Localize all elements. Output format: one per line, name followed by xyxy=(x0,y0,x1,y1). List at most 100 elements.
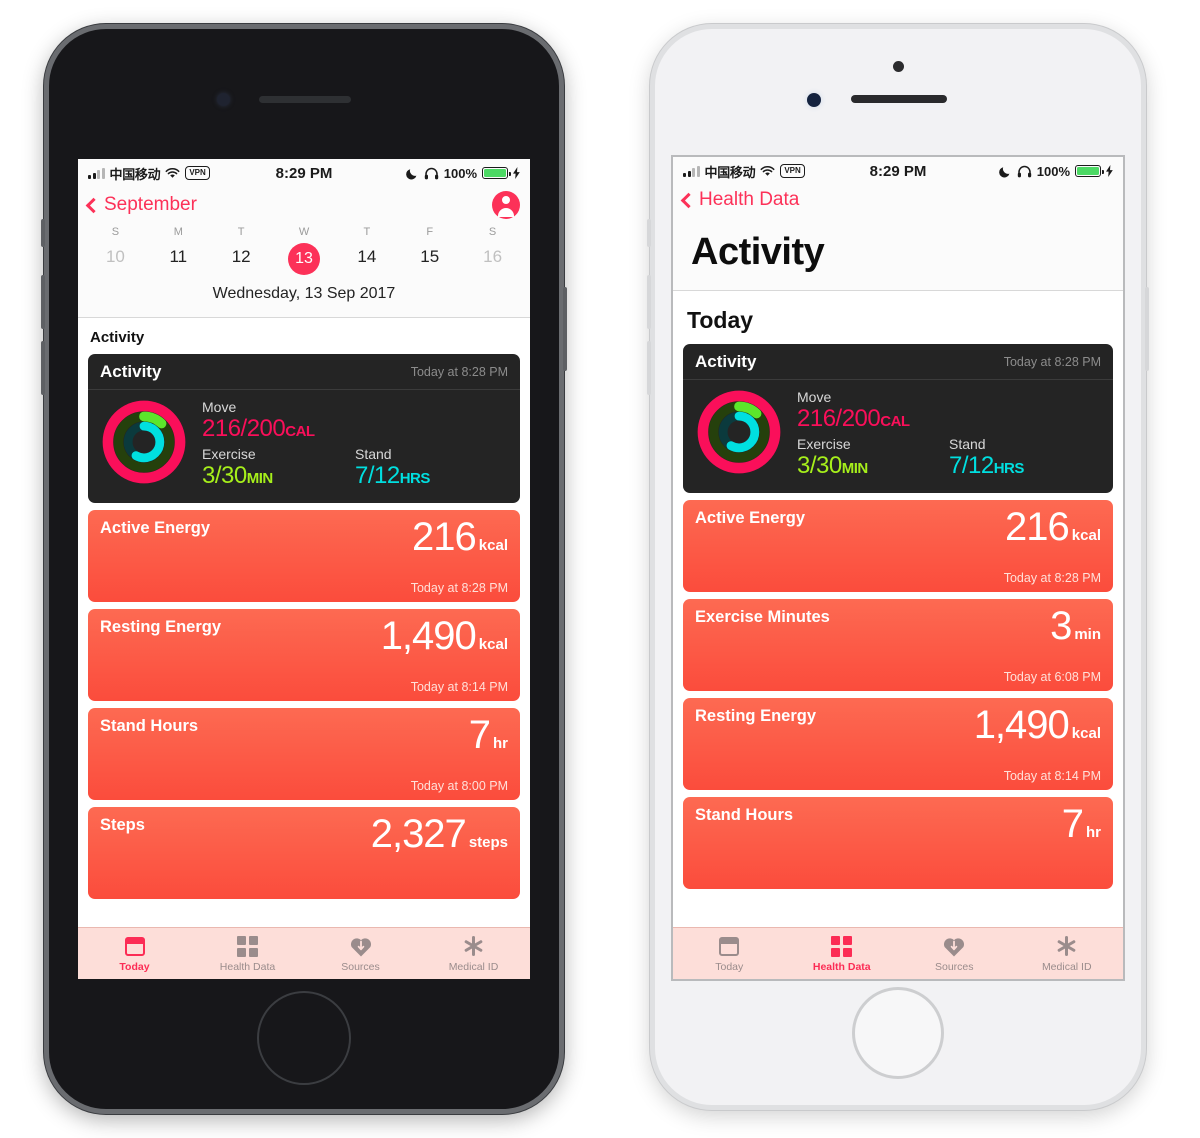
right-screen: 中国移动 VPN 8:29 PM 100% Health Data Activi… xyxy=(671,155,1125,981)
clock-label: 8:29 PM xyxy=(275,164,333,182)
activity-rings-icon xyxy=(100,398,188,491)
navigation-bar: Health Data xyxy=(673,185,1123,217)
stand-unit: HRS xyxy=(399,469,431,487)
exercise-unit: MIN xyxy=(841,459,869,477)
asterisk-icon xyxy=(463,935,485,957)
exercise-value: 3/30 xyxy=(202,461,247,489)
date-cell[interactable]: 14 xyxy=(335,241,398,281)
metric-value: 7 xyxy=(468,713,491,757)
metric-unit: steps xyxy=(468,834,508,851)
activity-card-header: Activity Today at 8:28 PM xyxy=(683,344,1113,380)
clock-label: 8:29 PM xyxy=(869,162,927,180)
metric-name: Stand Hours xyxy=(695,806,794,824)
front-camera-icon xyxy=(217,93,230,106)
metric-card-stand-hours[interactable]: Stand Hours 7 hr Today at 8:00 PM xyxy=(88,708,520,800)
tab-medical-id[interactable]: Medical ID xyxy=(417,934,530,973)
exercise-metric: Exercise 3/30MIN xyxy=(797,436,949,480)
activity-card-timestamp: Today at 8:28 PM xyxy=(410,365,508,379)
tab-bar[interactable]: Today Health Data Sources Medical ID xyxy=(78,927,530,979)
left-content-scroll[interactable]: Activity Activity Today at 8:28 PM Move … xyxy=(78,318,530,979)
stand-unit: HRS xyxy=(993,459,1025,477)
weekday-header-row: S M T W T F S xyxy=(84,223,524,241)
power-button[interactable] xyxy=(1145,287,1149,371)
front-camera-icon xyxy=(807,93,821,107)
metric-card-steps[interactable]: Steps 2,327 steps xyxy=(88,807,520,899)
calendar-icon xyxy=(719,936,740,956)
tab-today[interactable]: Today xyxy=(78,934,191,973)
date-row[interactable]: 10 11 12 13 14 15 16 xyxy=(84,241,524,281)
section-label-activity: Activity xyxy=(90,329,145,346)
metric-timestamp: Today at 8:28 PM xyxy=(1003,571,1101,585)
tab-health-data[interactable]: Health Data xyxy=(786,934,899,973)
home-button[interactable] xyxy=(852,987,944,1079)
volume-down-button[interactable] xyxy=(647,341,651,395)
tab-label: Health Data xyxy=(219,961,276,973)
home-button[interactable] xyxy=(257,991,351,1085)
power-button[interactable] xyxy=(563,287,567,371)
activity-card-title: Activity xyxy=(695,352,757,371)
tab-sources[interactable]: Sources xyxy=(304,934,417,973)
weekday-initial: S xyxy=(488,226,497,238)
date-cell[interactable]: 12 xyxy=(210,241,273,281)
stand-value: 7/12 xyxy=(355,461,400,489)
tab-today[interactable]: Today xyxy=(673,934,786,973)
activity-summary-card[interactable]: Activity Today at 8:28 PM Move 216/200CA… xyxy=(683,344,1113,493)
metric-timestamp: Today at 8:00 PM xyxy=(410,779,508,793)
tab-sources[interactable]: Sources xyxy=(898,934,1011,973)
grid-icon xyxy=(831,935,853,957)
selected-date-label: Wednesday, 13 Sep 2017 xyxy=(212,285,396,302)
metric-unit: kcal xyxy=(1071,725,1101,742)
activity-summary-card[interactable]: Activity Today at 8:28 PM Move 216/200CA… xyxy=(88,354,520,503)
left-screen: 中国移动 VPN 8:29 PM 100% September S M T W … xyxy=(78,159,530,979)
page-title: Activity xyxy=(673,217,1123,290)
exercise-value: 3/30 xyxy=(797,451,842,479)
date-cell[interactable]: 16 xyxy=(461,241,524,281)
weekday-initial: F xyxy=(426,226,434,238)
chevron-left-icon xyxy=(680,192,697,208)
heart-icon xyxy=(944,937,965,956)
mute-switch[interactable] xyxy=(647,219,651,247)
move-unit: CAL xyxy=(880,413,910,431)
volume-up-button[interactable] xyxy=(41,275,45,329)
volume-up-button[interactable] xyxy=(647,275,651,329)
tab-bar[interactable]: Today Health Data Sources Medical ID xyxy=(673,927,1123,979)
calendar-icon xyxy=(124,936,145,956)
stand-metric: Stand 7/12HRS xyxy=(949,436,1101,480)
exercise-unit: MIN xyxy=(246,469,274,487)
status-bar: 中国移动 VPN 8:29 PM 100% xyxy=(78,159,530,187)
metric-card-stand-hours[interactable]: Stand Hours 7 hr xyxy=(683,797,1113,889)
calendar-strip[interactable]: S M T W T F S 10 11 12 13 14 15 16 Wedne… xyxy=(78,221,530,317)
mute-switch[interactable] xyxy=(41,219,45,247)
metric-card-resting-energy[interactable]: Resting Energy 1,490 kcal Today at 8:14 P… xyxy=(88,609,520,701)
date-cell[interactable]: 15 xyxy=(398,241,461,281)
exercise-label: Exercise xyxy=(797,435,851,452)
tab-label: Sources xyxy=(341,961,380,973)
back-button-september[interactable]: September xyxy=(85,194,197,216)
date-cell[interactable]: 10 xyxy=(84,241,147,281)
tab-label: Medical ID xyxy=(448,961,499,973)
move-value: 216/200 xyxy=(797,405,881,433)
metric-unit: kcal xyxy=(1071,527,1101,544)
metric-value: 216 xyxy=(412,515,477,559)
profile-avatar-icon[interactable] xyxy=(492,191,520,219)
metric-value: 1,490 xyxy=(973,703,1070,747)
metric-card-resting-energy[interactable]: Resting Energy 1,490 kcal Today at 8:14 P… xyxy=(683,698,1113,790)
metric-card-active-energy[interactable]: Active Energy 216 kcal Today at 8:28 PM xyxy=(88,510,520,602)
navigation-bar: September xyxy=(78,187,530,221)
stand-metric: Stand 7/12HRS xyxy=(355,446,508,490)
weekday-initial: S xyxy=(111,226,120,238)
date-cell-selected[interactable]: 13 xyxy=(273,241,336,281)
metric-value: 3 xyxy=(1050,604,1072,648)
date-cell[interactable]: 11 xyxy=(147,241,210,281)
back-button-health-data[interactable]: Health Data xyxy=(680,189,799,211)
metric-value: 1,490 xyxy=(380,614,477,658)
tab-medical-id[interactable]: Medical ID xyxy=(1011,934,1124,973)
volume-down-button[interactable] xyxy=(41,341,45,395)
tab-label: Today xyxy=(119,961,150,973)
right-content-scroll[interactable]: Today Activity Today at 8:28 PM Move 216… xyxy=(673,291,1123,979)
metric-unit: min xyxy=(1074,626,1101,643)
metric-card-exercise-minutes[interactable]: Exercise Minutes 3 min Today at 6:08 PM xyxy=(683,599,1113,691)
tab-health-data[interactable]: Health Data xyxy=(191,934,304,973)
metric-card-active-energy[interactable]: Active Energy 216 kcal Today at 8:28 PM xyxy=(683,500,1113,592)
tab-label: Medical ID xyxy=(1041,961,1092,973)
